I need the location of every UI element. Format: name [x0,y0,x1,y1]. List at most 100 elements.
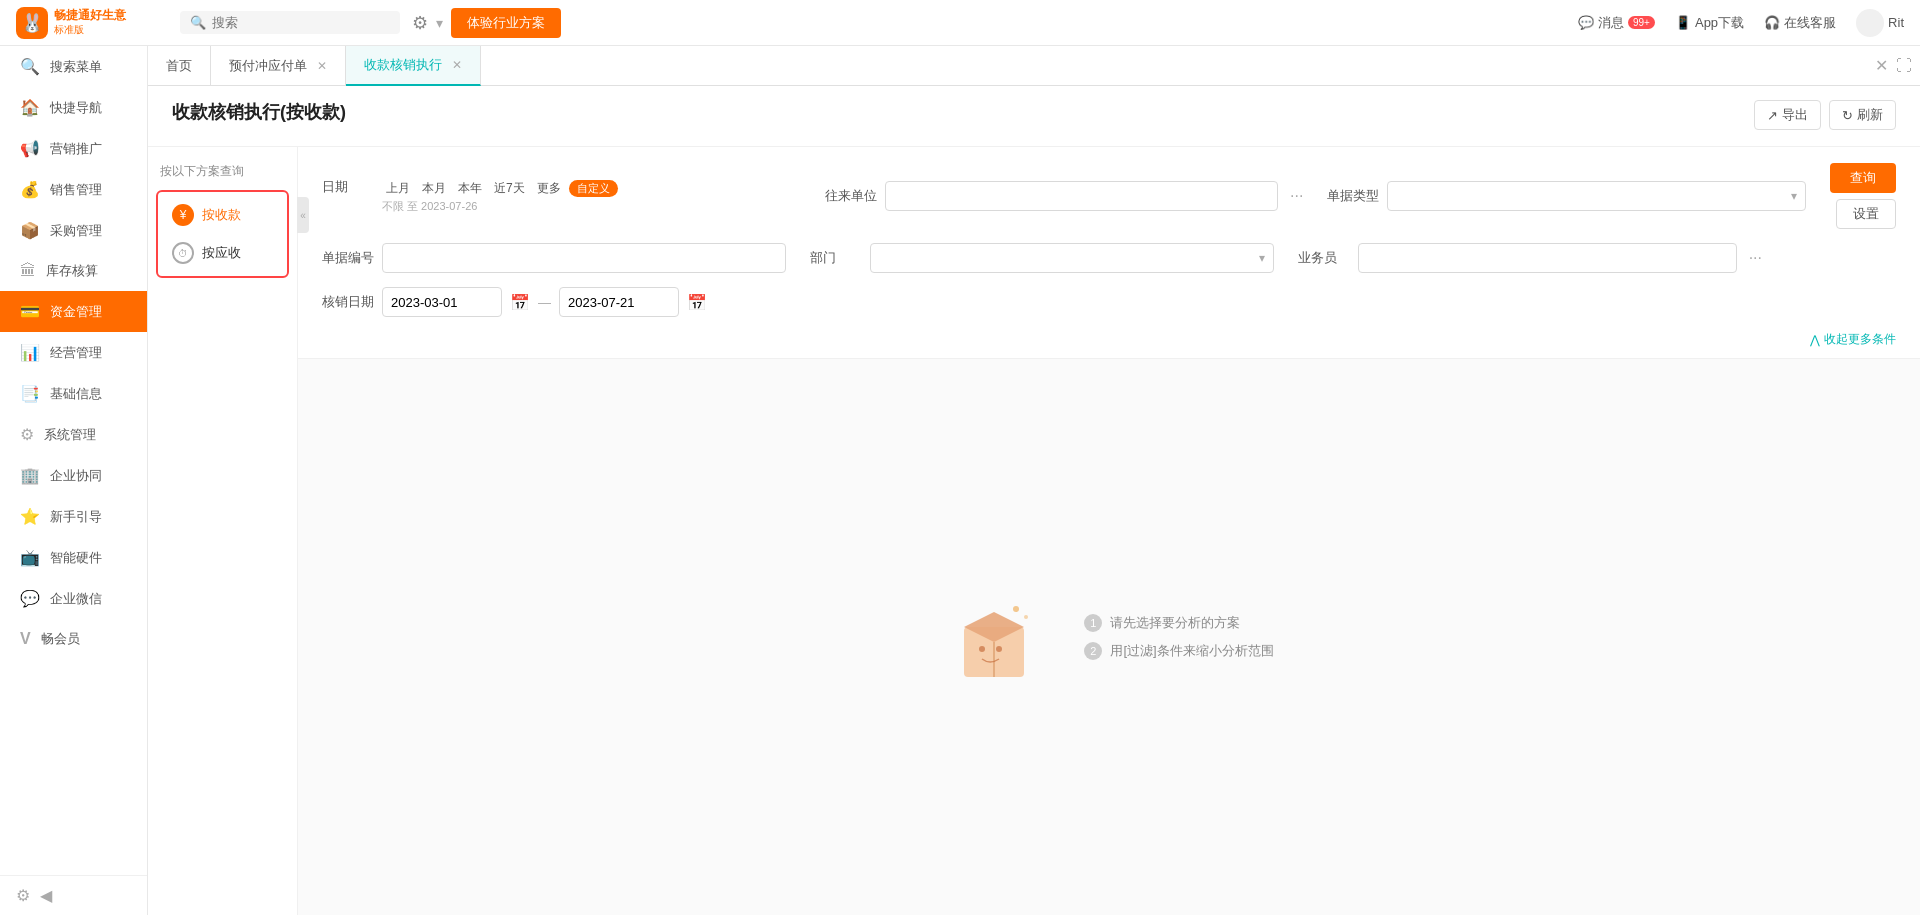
sidebar-item-hardware[interactable]: 📺 智能硬件 [0,537,147,578]
sidebar-item-guide[interactable]: ⭐ 新手引导 [0,496,147,537]
export-button[interactable]: ↗ 导出 [1754,100,1821,130]
sidebar-item-marketing[interactable]: 📢 营销推广 [0,128,147,169]
industry-btn[interactable]: 体验行业方案 [451,8,561,38]
sidebar-item-system[interactable]: ⚙ 系统管理 [0,414,147,455]
query-actions: 查询 设置 [1830,163,1896,229]
tab-prepay-close[interactable]: ✕ [317,59,327,73]
sidebar-item-basic[interactable]: 📑 基础信息 [0,373,147,414]
tab-receipt-label: 收款核销执行 [364,56,442,74]
guide-icon: ⭐ [20,507,40,526]
sidebar-item-inventory[interactable]: 🏛 库存核算 [0,251,147,291]
dept-select[interactable]: ▾ [870,243,1274,273]
app-download-item[interactable]: 📱 App下载 [1675,14,1744,32]
salesman-dots[interactable]: ··· [1749,249,1762,267]
verify-date-to-input[interactable] [559,287,679,317]
collapse-more-row: ⋀ 收起更多条件 [322,331,1896,348]
verify-date-range: 📅 — 📅 [382,287,707,317]
filter-by-receipt[interactable]: ¥ 按收款 [162,196,283,234]
date-7days[interactable]: 近7天 [490,178,529,199]
verify-date-from-input[interactable] [382,287,502,317]
search-bar[interactable]: 🔍 [180,11,400,34]
collapse-sidebar-icon[interactable]: ◀ [40,886,52,905]
partner-field: 往来单位 ··· [825,181,1304,211]
tab-fullscreen-icon[interactable]: ⛶ [1896,57,1912,75]
settings-button[interactable]: 设置 [1836,199,1896,229]
sidebar-item-sales[interactable]: 💰 销售管理 [0,169,147,210]
sidebar-item-wechat[interactable]: 💬 企业微信 [0,578,147,619]
tip2-num: 2 [1084,642,1102,660]
basic-icon: 📑 [20,384,40,403]
operation-icon: 📊 [20,343,40,362]
page-body: 按以下方案查询 ¥ 按收款 ⏱ 按应收 « [148,147,1920,915]
partner-label: 往来单位 [825,187,877,205]
date-more[interactable]: 更多 [533,178,565,199]
filter-by-receivable[interactable]: ⏱ 按应收 [162,234,283,272]
sidebar-item-purchase[interactable]: 📦 采购管理 [0,210,147,251]
receivable-icon: ⏱ [172,242,194,264]
right-panel: 日期 上月 本月 本年 近7天 更多 自定义 不限 至 2023-07-26 [298,147,1920,915]
salesman-input[interactable] [1358,243,1737,273]
verify-date-field: 核销日期 📅 — 📅 [322,287,1896,317]
message-item[interactable]: 💬 消息 99+ [1578,14,1655,32]
partner-input[interactable] [885,181,1278,211]
settings-icon[interactable]: ⚙ [412,12,428,34]
refresh-button[interactable]: ↻ 刷新 [1829,100,1896,130]
calendar-from-icon[interactable]: 📅 [510,293,530,312]
tab-prepay-label: 预付冲应付单 [229,57,307,75]
tab-prepay[interactable]: 预付冲应付单 ✕ [211,46,346,86]
search-input[interactable] [212,15,352,30]
doc-type-field: 单据类型 ▾ [1327,181,1806,211]
settings-bottom-icon[interactable]: ⚙ [16,886,30,905]
avatar [1856,9,1884,37]
member-icon: V [20,630,31,648]
sidebar-item-corp[interactable]: 🏢 企业协同 [0,455,147,496]
inventory-icon: 🏛 [20,262,36,280]
sidebar-item-operation[interactable]: 📊 经营管理 [0,332,147,373]
collapse-filter-btn[interactable]: « [297,197,309,233]
filter-panel-title: 按以下方案查询 [156,163,289,180]
calendar-to-icon[interactable]: 📅 [687,293,707,312]
tab-close-icon[interactable]: ✕ [1875,56,1888,75]
empty-illustration [944,587,1044,687]
user-item[interactable]: Rit [1856,9,1904,37]
doc-no-input[interactable] [382,243,786,273]
date-last-month[interactable]: 上月 [382,178,414,199]
tab-bar: 首页 预付冲应付单 ✕ 收款核销执行 ✕ ✕ ⛶ [148,46,1920,86]
collapse-more-btn[interactable]: ⋀ 收起更多条件 [1810,331,1896,348]
empty-tip-2: 2 用[过滤]条件来缩小分析范围 [1084,642,1273,660]
logo-name: 畅捷通好生意 [54,8,126,22]
system-icon: ⚙ [20,425,34,444]
date-custom-btn[interactable]: 自定义 [569,180,618,197]
corp-icon: 🏢 [20,466,40,485]
home-icon: 🏠 [20,98,40,117]
date-this-year[interactable]: 本年 [454,178,486,199]
user-label: Rit [1888,15,1904,30]
tab-home-label: 首页 [166,57,192,75]
finance-icon: 💳 [20,302,40,321]
dept-label: 部门 [810,249,862,267]
sidebar-item-member[interactable]: V 畅会员 [0,619,147,659]
partner-dots[interactable]: ··· [1290,187,1303,205]
service-icon: 🎧 [1764,15,1780,30]
query-button[interactable]: 查询 [1830,163,1896,193]
sidebar-item-label: 畅会员 [41,630,80,648]
sidebar-item-quick-nav[interactable]: 🏠 快捷导航 [0,87,147,128]
wechat-icon: 💬 [20,589,40,608]
page-title: 收款核销执行(按收款) [172,100,1896,124]
export-label: 导出 [1782,106,1808,124]
refresh-label: 刷新 [1857,106,1883,124]
chevron-down-icon[interactable]: ▾ [436,15,443,31]
sidebar-item-search[interactable]: 🔍 搜索菜单 [0,46,147,87]
sidebar-item-label: 企业微信 [50,590,102,608]
query-panel: 日期 上月 本月 本年 近7天 更多 自定义 不限 至 2023-07-26 [298,147,1920,359]
sidebar: 🔍 搜索菜单 🏠 快捷导航 📢 营销推广 💰 销售管理 📦 采购管理 🏛 库存核… [0,46,148,915]
date-field: 日期 上月 本月 本年 近7天 更多 自定义 不限 至 2023-07-26 [322,178,801,214]
tab-home[interactable]: 首页 [148,46,211,86]
sidebar-item-finance[interactable]: 💳 资金管理 [0,291,147,332]
tab-receipt-close[interactable]: ✕ [452,58,462,72]
tab-receipt-verify[interactable]: 收款核销执行 ✕ [346,46,481,86]
date-label: 日期 [322,178,374,196]
date-this-month[interactable]: 本月 [418,178,450,199]
service-item[interactable]: 🎧 在线客服 [1764,14,1836,32]
doc-type-select[interactable]: ▾ [1387,181,1806,211]
